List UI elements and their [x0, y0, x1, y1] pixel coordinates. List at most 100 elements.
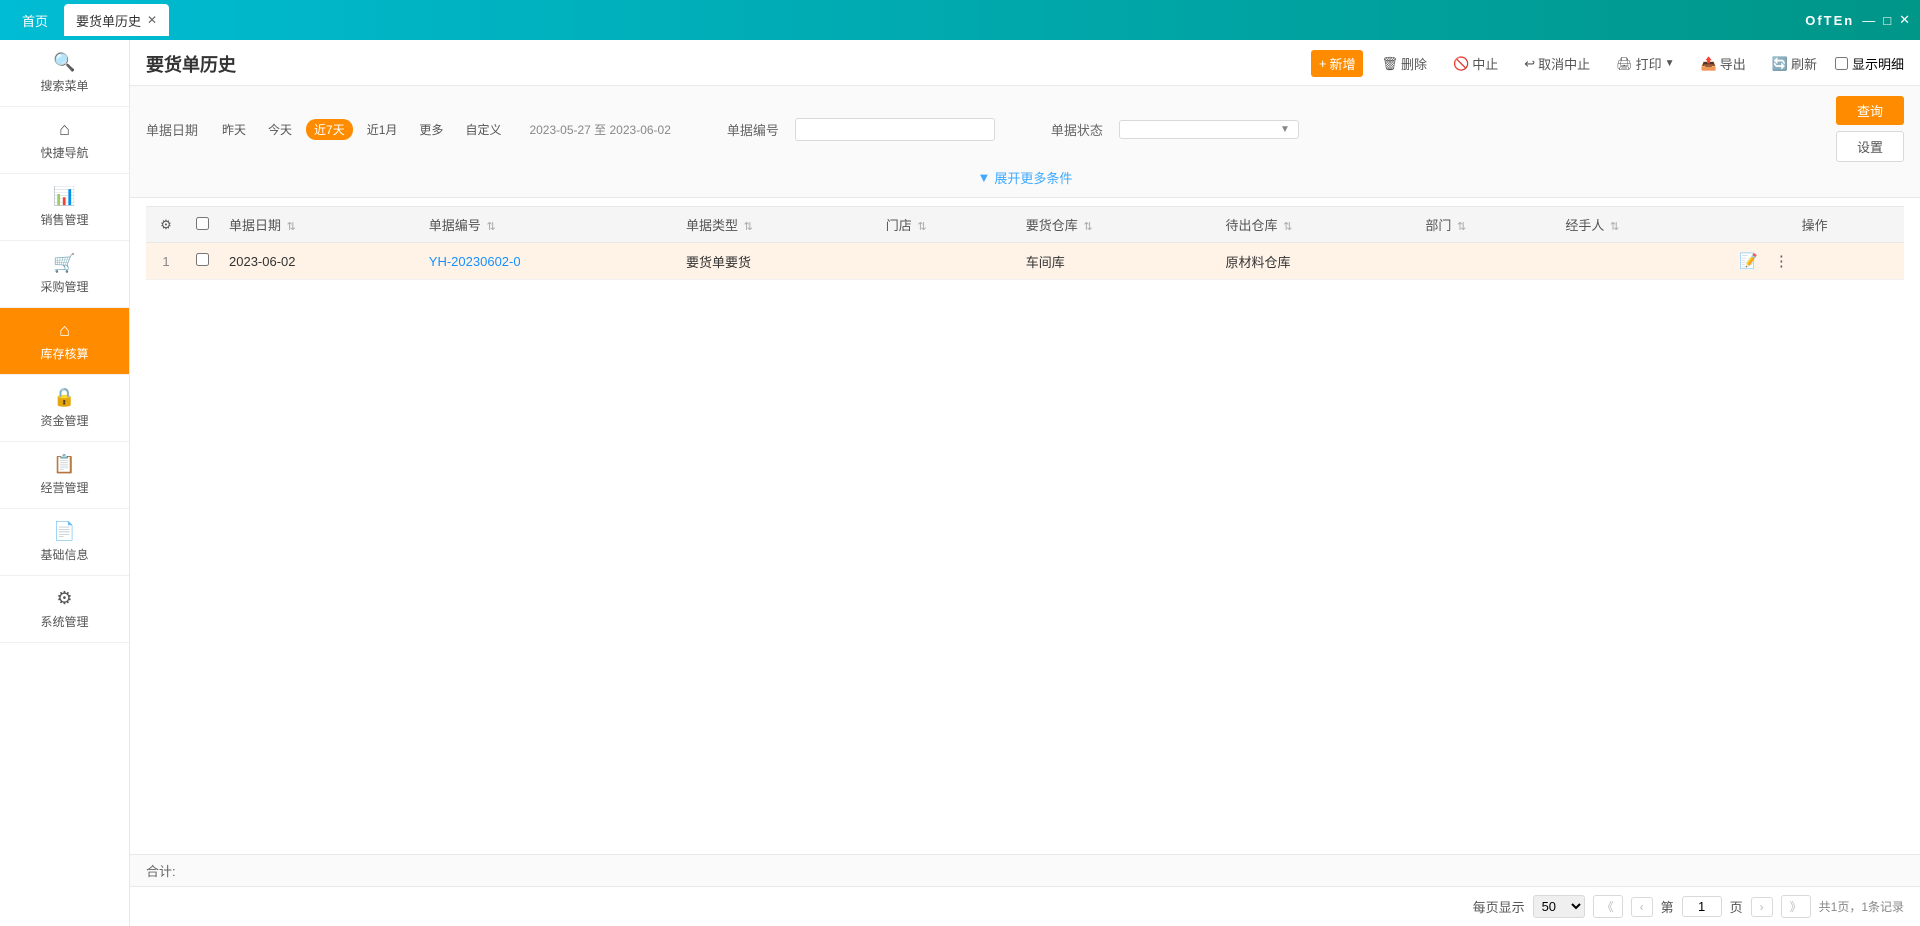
- row-edit-icon[interactable]: 📝: [1735, 250, 1762, 272]
- sidebar-label-sales-mgmt: 销售管理: [40, 211, 88, 228]
- col-doc-type: 单据类型 ⇅: [676, 207, 876, 243]
- display-detail-checkbox[interactable]: [1835, 57, 1848, 70]
- stop-button[interactable]: 🚫 中止: [1445, 50, 1506, 77]
- query-button[interactable]: 查询: [1836, 96, 1904, 125]
- row-checkbox[interactable]: [196, 253, 209, 266]
- settings-button[interactable]: 设置: [1836, 131, 1904, 162]
- date-filters: 昨天 今天 近7天 近1月 更多 自定义: [214, 119, 509, 140]
- col-settings[interactable]: ⚙: [146, 207, 186, 243]
- status-select-arrow: ▼: [1280, 124, 1290, 135]
- refresh-label: 刷新: [1791, 54, 1817, 73]
- cancel-stop-button[interactable]: ↩ 取消中止: [1516, 50, 1598, 77]
- sidebar-item-basic-info[interactable]: 📄 基础信息: [0, 509, 129, 576]
- date-btn-last1month[interactable]: 近1月: [359, 119, 406, 140]
- search-menu-icon: 🔍: [53, 52, 75, 73]
- col-actions: 操作: [1725, 207, 1904, 243]
- doc-no-link[interactable]: YH-20230602-0: [429, 254, 521, 269]
- export-button[interactable]: 📤 导出: [1693, 50, 1754, 77]
- pagination-bar: 每页显示 50 100 200 《 ‹ 第 页 › 》 共1页，1条记录: [130, 886, 1920, 926]
- main-layout: 🔍 搜索菜单 ⌂ 快捷导航 📊 销售管理 🛒 采购管理 ⌂ 库存核算 🔒 资金管…: [0, 40, 1920, 926]
- sort-doc-date-icon[interactable]: ⇅: [287, 221, 296, 233]
- prev-page-button[interactable]: ‹: [1631, 897, 1653, 917]
- status-select[interactable]: ▼: [1119, 120, 1299, 139]
- sort-doc-no-icon[interactable]: ⇅: [486, 221, 495, 233]
- expand-label: 展开更多条件: [994, 168, 1072, 187]
- sidebar: 🔍 搜索菜单 ⌂ 快捷导航 📊 销售管理 🛒 采购管理 ⌂ 库存核算 🔒 资金管…: [0, 40, 130, 926]
- brand-text: OfTEn: [1805, 13, 1854, 28]
- total-info: 共1页，1条记录: [1819, 898, 1904, 915]
- first-page-button[interactable]: 《: [1593, 895, 1623, 918]
- date-btn-more[interactable]: 更多: [411, 119, 451, 140]
- sort-pending-warehouse-icon[interactable]: ⇅: [1283, 221, 1292, 233]
- filter-row-1: 单据日期 昨天 今天 近7天 近1月 更多 自定义 2023-05-27 至 2…: [146, 96, 1904, 162]
- page-size-select[interactable]: 50 100 200: [1533, 895, 1585, 918]
- sidebar-label-system-mgmt: 系统管理: [40, 613, 88, 630]
- sidebar-item-system-mgmt[interactable]: ⚙ 系统管理: [0, 576, 129, 643]
- sort-store-icon[interactable]: ⇅: [917, 221, 926, 233]
- sort-department-icon[interactable]: ⇅: [1457, 221, 1466, 233]
- table-header-row: ⚙ 单据日期 ⇅ 单据编号 ⇅ 单据类型: [146, 207, 1904, 243]
- main-table: ⚙ 单据日期 ⇅ 单据编号 ⇅ 单据类型: [146, 206, 1904, 280]
- top-bar: 首页 要货单历史 ✕ OfTEn — □ ✕: [0, 0, 1920, 40]
- expand-more-btn[interactable]: ▼ 展开更多条件: [146, 168, 1904, 187]
- tab-requisition-history[interactable]: 要货单历史 ✕: [64, 4, 169, 36]
- row-checkbox-cell: [186, 243, 219, 280]
- sidebar-item-quick-nav[interactable]: ⌂ 快捷导航: [0, 107, 129, 174]
- col-store: 门店 ⇅: [876, 207, 1016, 243]
- sort-doc-type-icon[interactable]: ⇅: [744, 221, 753, 233]
- tab-home[interactable]: 首页: [10, 4, 60, 36]
- page-header: 要货单历史 + 新增 🗑 删除 🚫 中止 ↩ 取消中止: [130, 40, 1920, 86]
- print-button[interactable]: 🖨 打印 ▼: [1608, 50, 1682, 77]
- filter-area: 单据日期 昨天 今天 近7天 近1月 更多 自定义 2023-05-27 至 2…: [130, 86, 1920, 198]
- new-button[interactable]: + 新增: [1311, 50, 1364, 77]
- date-btn-yesterday[interactable]: 昨天: [214, 119, 254, 140]
- next-page-button[interactable]: ›: [1751, 897, 1773, 917]
- row-more-icon[interactable]: ⋮: [1770, 250, 1793, 272]
- col-checkbox: [186, 207, 219, 243]
- sidebar-item-purchase-mgmt[interactable]: 🛒 采购管理: [0, 241, 129, 308]
- row-action-icons: 📝 ⋮: [1735, 250, 1894, 272]
- display-detail-checkbox-wrapper[interactable]: 显示明细: [1835, 54, 1904, 73]
- refresh-button[interactable]: 🔄 刷新: [1764, 50, 1825, 77]
- cell-req-warehouse: 车间库: [1016, 243, 1216, 280]
- sidebar-item-inventory[interactable]: ⌂ 库存核算: [0, 308, 129, 375]
- page-title: 要货单历史: [146, 51, 236, 77]
- delete-icon: 🗑: [1381, 56, 1398, 72]
- sidebar-label-operations-mgmt: 经营管理: [40, 479, 88, 496]
- requisition-tab-label: 要货单历史: [76, 11, 141, 30]
- sidebar-label-inventory: 库存核算: [40, 345, 88, 362]
- doc-no-input[interactable]: [795, 118, 995, 141]
- select-all-checkbox[interactable]: [196, 217, 209, 230]
- sidebar-item-search-menu[interactable]: 🔍 搜索菜单: [0, 40, 129, 107]
- sort-req-warehouse-icon[interactable]: ⇅: [1083, 221, 1092, 233]
- top-bar-right: OfTEn — □ ✕: [1805, 12, 1910, 28]
- page-input-label: 第: [1661, 897, 1674, 916]
- close-icon[interactable]: ✕: [1899, 12, 1910, 28]
- date-btn-last7days[interactable]: 近7天: [306, 119, 353, 140]
- page-input[interactable]: [1682, 896, 1722, 917]
- sidebar-item-finance-mgmt[interactable]: 🔒 资金管理: [0, 375, 129, 442]
- sales-icon: 📊: [53, 186, 75, 207]
- maximize-icon[interactable]: □: [1883, 13, 1891, 28]
- last-page-button[interactable]: 》: [1781, 895, 1811, 918]
- page-size-label: 每页显示: [1473, 897, 1525, 916]
- page-input-suffix: 页: [1730, 897, 1743, 916]
- minimize-icon[interactable]: —: [1862, 13, 1875, 28]
- sidebar-item-sales-mgmt[interactable]: 📊 销售管理: [0, 174, 129, 241]
- delete-button[interactable]: 🗑 删除: [1373, 50, 1435, 77]
- date-btn-today[interactable]: 今天: [260, 119, 300, 140]
- sidebar-item-operations-mgmt[interactable]: 📋 经营管理: [0, 442, 129, 509]
- cell-handler: [1555, 243, 1725, 280]
- sort-handler-icon[interactable]: ⇅: [1610, 221, 1619, 233]
- content-area: 要货单历史 + 新增 🗑 删除 🚫 中止 ↩ 取消中止: [130, 40, 1920, 926]
- operations-icon: 📋: [53, 454, 75, 475]
- cancel-stop-label: 取消中止: [1538, 54, 1590, 73]
- export-label: 导出: [1720, 54, 1746, 73]
- date-btn-custom[interactable]: 自定义: [457, 119, 509, 140]
- print-dropdown-icon: ▼: [1665, 58, 1675, 69]
- tab-close-icon[interactable]: ✕: [147, 13, 157, 27]
- sidebar-label-quick-nav: 快捷导航: [40, 144, 88, 161]
- sidebar-label-purchase-mgmt: 采购管理: [40, 278, 88, 295]
- sidebar-label-search-menu: 搜索菜单: [40, 77, 88, 94]
- stop-label: 中止: [1472, 54, 1498, 73]
